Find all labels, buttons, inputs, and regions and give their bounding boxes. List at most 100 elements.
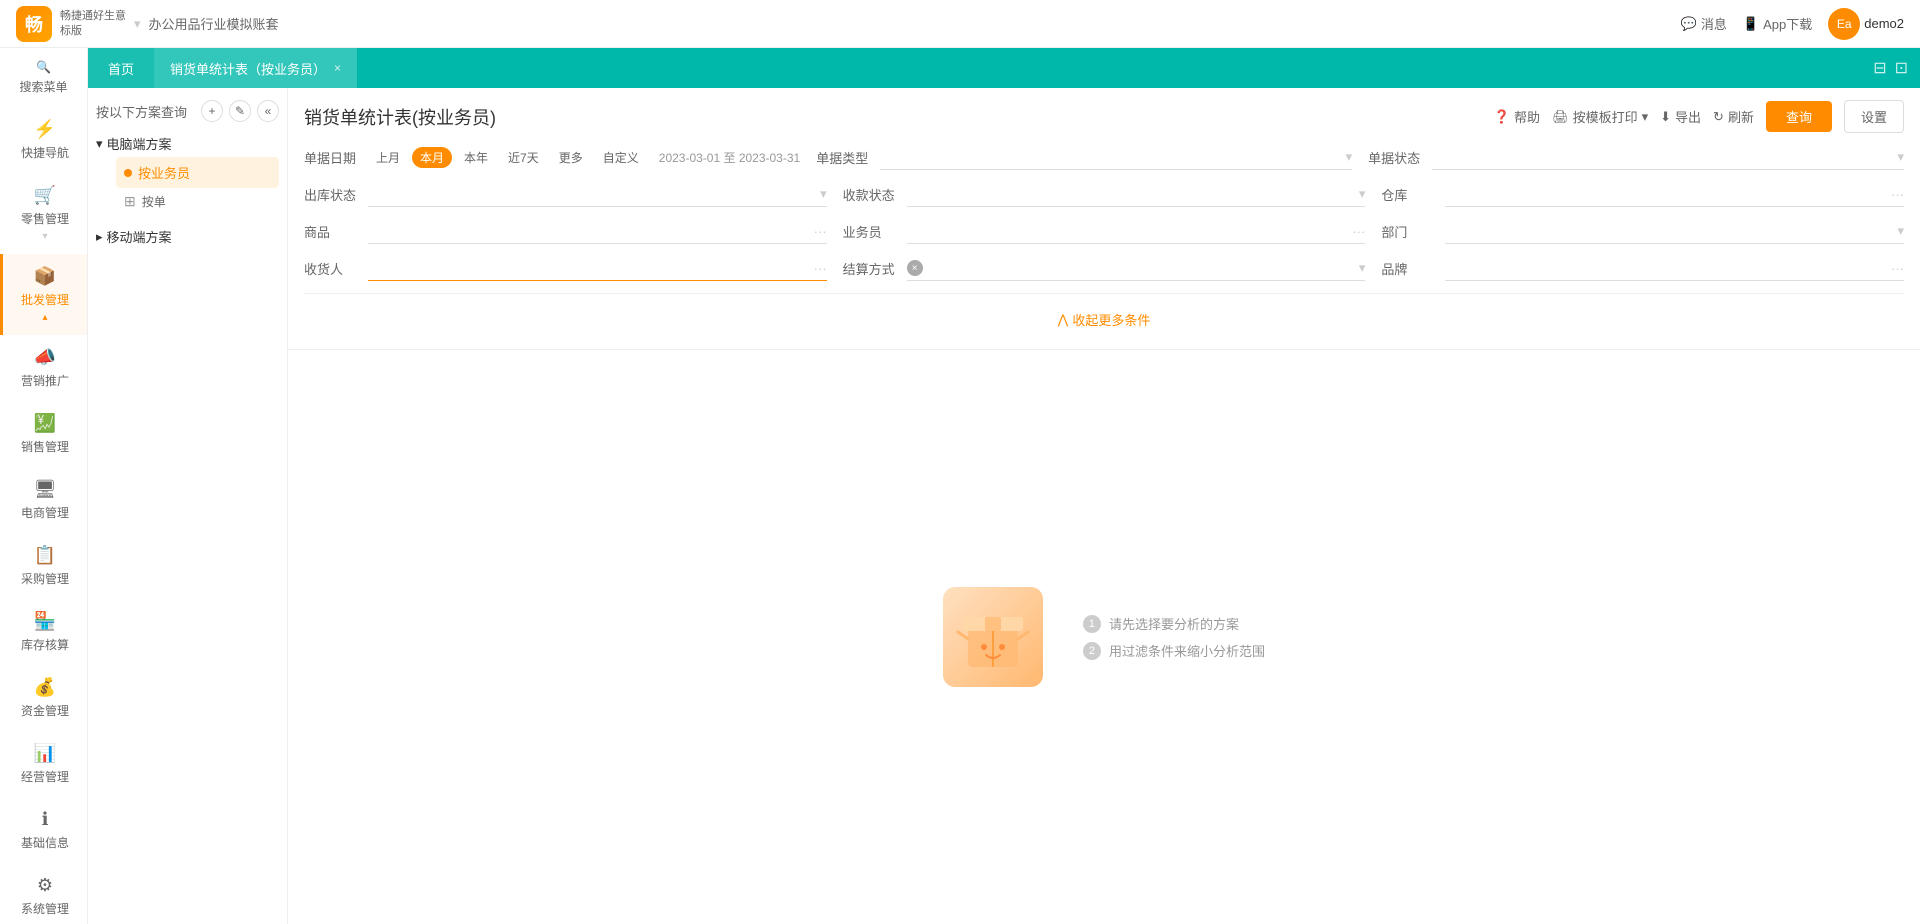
tab-bar: 首页 销货单统计表（按业务员） × ⊟ ⊡ — [88, 48, 1920, 88]
filter-item-doctype: 单据类型 ▾ — [816, 145, 1352, 170]
sidebar-item-ecom[interactable]: 🖥 电商管理 — [0, 467, 87, 533]
tip2-num: 2 — [1083, 642, 1101, 660]
filter-item-product: 商品 ··· — [304, 220, 827, 244]
dept-label: 部门 — [1381, 222, 1437, 241]
message-icon: 💬 — [1681, 16, 1697, 32]
scheme-group-desktop-title[interactable]: ▾ 电脑端方案 — [96, 130, 279, 157]
sidebar-item-purchase[interactable]: 📋 采购管理 — [0, 533, 87, 599]
right-side: 首页 销货单统计表（按业务员） × ⊟ ⊡ 按以下方案查询 + ✎ « — [88, 48, 1920, 924]
message-btn[interactable]: 💬 消息 — [1681, 14, 1727, 33]
breadcrumb[interactable]: 办公用品行业模拟账套 — [149, 14, 279, 33]
doctype-dropdown-icon: ▾ — [1346, 149, 1353, 165]
brand-select[interactable]: ··· — [1445, 257, 1904, 281]
sidebar-item-system[interactable]: ⚙ 系统管理 — [0, 863, 87, 924]
dept-select[interactable]: ▾ — [1445, 219, 1904, 244]
tip2-text: 用过滤条件来缩小分析范围 — [1109, 641, 1265, 660]
marketing-icon: 📣 — [34, 347, 56, 368]
empty-state-icon — [943, 587, 1043, 687]
salesperson-select[interactable]: ··· — [907, 220, 1366, 244]
scheme-sub-desktop: 按业务员 ⊞ 按单 — [96, 157, 279, 215]
tip1-num: 1 — [1083, 615, 1101, 633]
product-select[interactable]: ··· — [368, 220, 827, 244]
settlement-select[interactable]: × ▾ — [907, 256, 1366, 281]
wholesale-icon: 📦 — [34, 266, 56, 287]
tab-home[interactable]: 首页 — [88, 48, 154, 88]
settlement-clear-btn[interactable]: × — [907, 260, 923, 276]
sidebar-item-operation[interactable]: 📊 经营管理 — [0, 731, 87, 797]
tab-maximize-btn[interactable]: ⊡ — [1895, 58, 1908, 78]
filter-item-date: 单据日期 上月 本月 本年 近7天 更多 自定义 2023-03-01 至 20… — [304, 147, 800, 168]
outstatus-select[interactable]: ▾ — [368, 182, 827, 207]
sidebar-item-retail[interactable]: 🛒 零售管理 ▾ — [0, 173, 87, 254]
empty-tip-1: 1 请先选择要分析的方案 — [1083, 614, 1265, 633]
settings-button[interactable]: 设置 — [1844, 100, 1904, 133]
print-icon: 🖨 — [1552, 109, 1569, 125]
tab-current[interactable]: 销货单统计表（按业务员） × — [154, 48, 357, 88]
scheme-item-order[interactable]: ⊞ 按单 — [116, 188, 279, 215]
salesperson-label: 业务员 — [843, 222, 899, 241]
sidebar-item-inventory[interactable]: 🏪 库存核算 — [0, 599, 87, 665]
export-btn[interactable]: ⬇ 导出 — [1660, 107, 1701, 126]
date-tag-thisyear[interactable]: 本年 — [456, 147, 496, 168]
header-left: 畅 畅捷通好生意 标版 ▾ 办公用品行业模拟账套 — [16, 6, 279, 42]
sidebar-item-quicknav[interactable]: ⚡ 快捷导航 — [0, 107, 87, 173]
consignee-label: 收货人 — [304, 259, 360, 278]
doctype-select[interactable]: ▾ — [880, 145, 1352, 170]
consignee-select[interactable]: ··· — [368, 257, 827, 281]
sidebar-item-search[interactable]: 🔍 搜索菜单 — [0, 48, 87, 107]
scheme-sub-icon: ⊞ — [124, 193, 136, 210]
tab-close-btn[interactable]: × — [334, 61, 341, 75]
user-area[interactable]: Ea demo2 — [1828, 8, 1904, 40]
settlement-dropdown-icon: ▾ — [1359, 260, 1366, 276]
warehouse-select[interactable]: ··· — [1445, 183, 1904, 207]
receiptstatus-select[interactable]: ▾ — [907, 182, 1366, 207]
help-icon: ❓ — [1494, 109, 1510, 125]
app-download-btn[interactable]: 📱 App下载 — [1743, 14, 1812, 33]
docstatus-label: 单据状态 — [1368, 148, 1424, 167]
date-row: 上月 本月 本年 近7天 更多 自定义 2023-03-01 至 2023-03… — [368, 147, 800, 168]
empty-state-content: 1 请先选择要分析的方案 2 用过滤条件来缩小分析范围 — [943, 587, 1265, 687]
query-button[interactable]: 查询 — [1766, 101, 1832, 132]
sidebar-label-retail: 零售管理 — [21, 210, 69, 227]
receiptstatus-label: 收款状态 — [843, 185, 899, 204]
tab-minimize-btn[interactable]: ⊟ — [1873, 58, 1886, 78]
scheme-group-mobile-title[interactable]: ▸ 移动端方案 — [96, 223, 279, 250]
quicknav-icon: ⚡ — [34, 119, 56, 140]
sidebar-label-marketing: 营销推广 — [21, 372, 69, 389]
filter-item-outstatus: 出库状态 ▾ — [304, 182, 827, 207]
collapse-btn[interactable]: ⋀ 收起更多条件 — [304, 302, 1904, 337]
logo-icon: 畅 — [16, 6, 52, 42]
print-btn[interactable]: 🖨 按模板打印 ▾ — [1552, 107, 1648, 126]
sidebar-item-marketing[interactable]: 📣 营销推广 — [0, 335, 87, 401]
help-btn[interactable]: ❓ 帮助 — [1494, 107, 1540, 126]
edit-scheme-btn[interactable]: ✎ — [229, 100, 251, 122]
sidebar-label-finance: 资金管理 — [21, 702, 69, 719]
sidebar-label-purchase: 采购管理 — [21, 570, 69, 587]
sidebar-label-ecom: 电商管理 — [21, 504, 69, 521]
sidebar-item-finance[interactable]: 💰 资金管理 — [0, 665, 87, 731]
date-tag-thismonth[interactable]: 本月 — [412, 147, 452, 168]
date-tag-7days[interactable]: 近7天 — [500, 147, 547, 168]
sidebar-item-wholesale[interactable]: 📦 批发管理 ▴ — [0, 254, 87, 335]
date-tag-custom[interactable]: 自定义 — [595, 147, 647, 168]
collapse-panel-btn[interactable]: « — [257, 100, 279, 122]
sidebar-item-sales[interactable]: 💹 销售管理 — [0, 401, 87, 467]
wholesale-expand-icon: ▴ — [42, 312, 47, 323]
docstatus-select[interactable]: ▾ — [1432, 145, 1904, 170]
scheme-item-salesperson[interactable]: 按业务员 — [116, 157, 279, 188]
warehouse-dots: ··· — [1891, 187, 1904, 202]
user-name[interactable]: demo2 — [1864, 16, 1904, 31]
panel-title-text: 按以下方案查询 — [96, 102, 187, 121]
retail-expand-icon: ▾ — [42, 231, 47, 242]
outstatus-label: 出库状态 — [304, 185, 360, 204]
sidebar-item-basic[interactable]: ℹ 基础信息 — [0, 797, 87, 863]
basic-icon: ℹ — [42, 809, 49, 830]
scheme-group-mobile-name: 移动端方案 — [107, 227, 172, 246]
add-scheme-btn[interactable]: + — [201, 100, 223, 122]
filter-item-docstatus: 单据状态 ▾ — [1368, 145, 1904, 170]
refresh-btn[interactable]: ↻ 刷新 — [1713, 107, 1754, 126]
sales-icon: 💹 — [34, 413, 56, 434]
date-tag-lastmonth[interactable]: 上月 — [368, 147, 408, 168]
avatar: Ea — [1828, 8, 1860, 40]
date-tag-more[interactable]: 更多 — [551, 147, 591, 168]
